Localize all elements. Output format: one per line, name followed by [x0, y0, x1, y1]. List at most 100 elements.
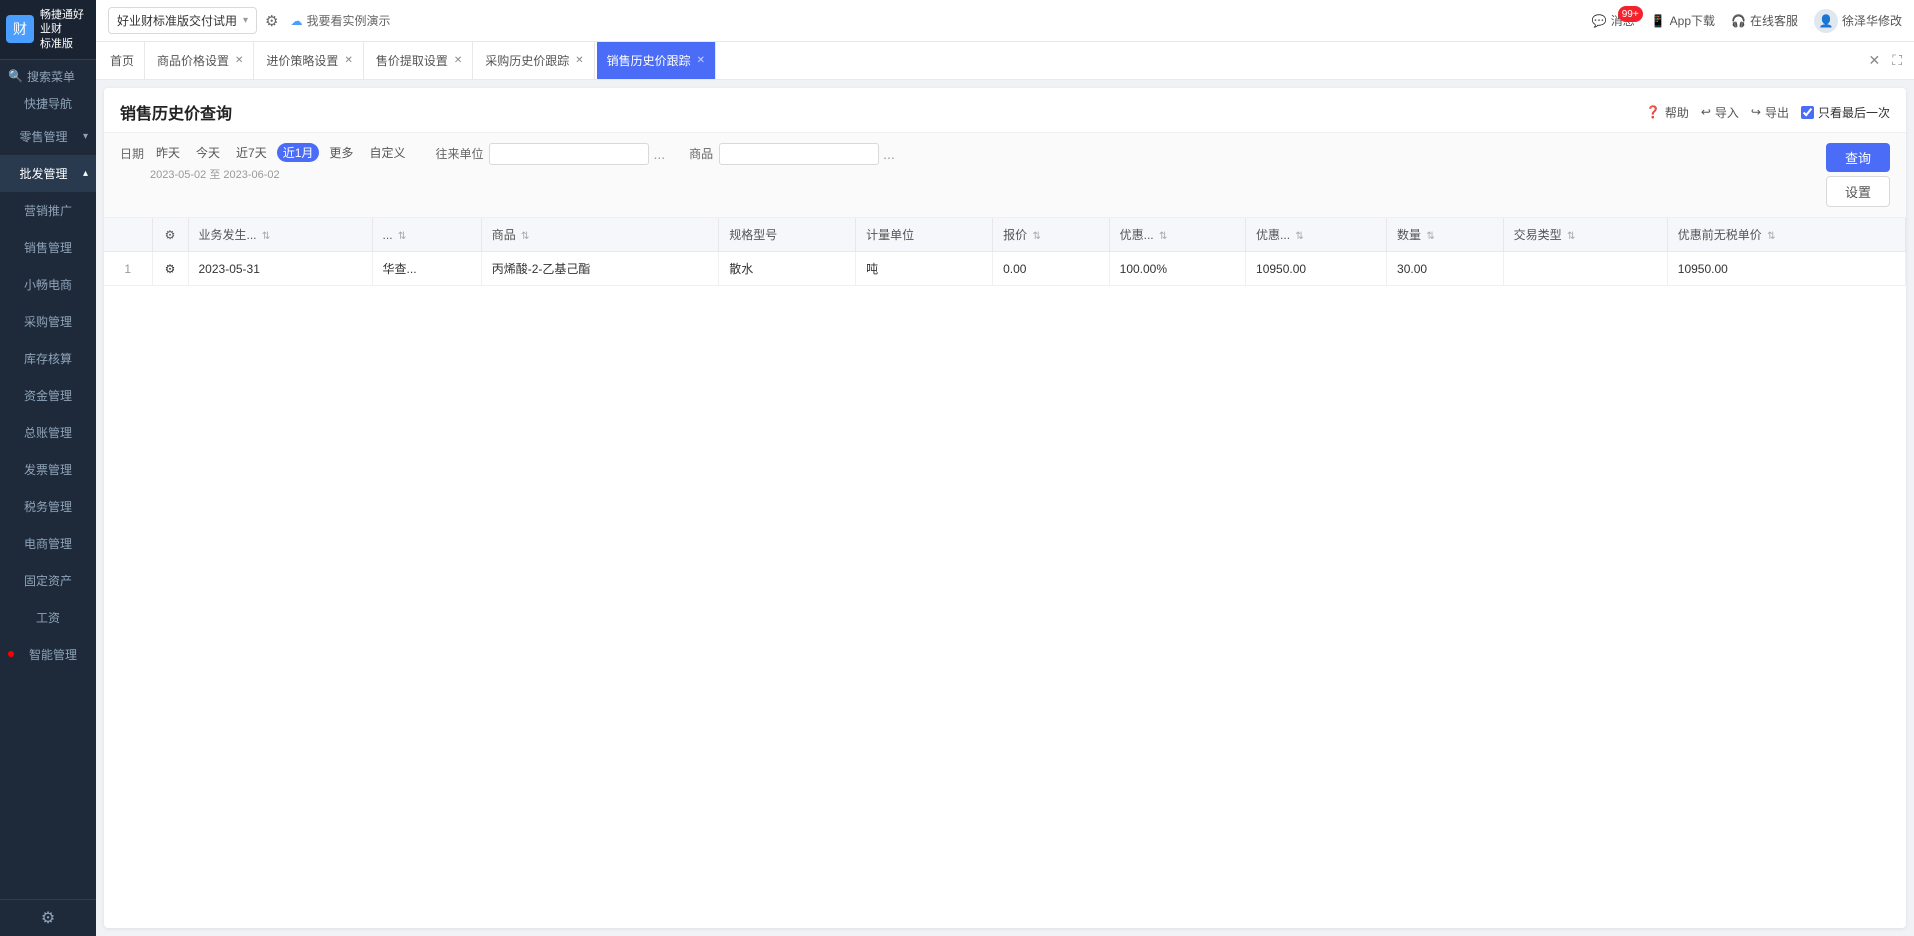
gear-header-icon[interactable]: ⚙	[165, 228, 176, 242]
tab-price-label: 商品价格设置	[157, 52, 229, 69]
online-service-button[interactable]: 🎧 在线客服	[1731, 12, 1798, 29]
topbar-gear-icon[interactable]: ⚙	[265, 12, 278, 30]
chevron-down-icon: ▾	[83, 131, 88, 142]
sidebar-item-sales[interactable]: 销售管理	[0, 229, 96, 266]
topbar-actions: 💬 消息 99+ 📱 App下载 🎧 在线客服 👤 徐泽华修改	[1592, 9, 1902, 33]
col-no	[104, 218, 152, 252]
close-window-button[interactable]: ✕	[1864, 50, 1884, 71]
app-download-button[interactable]: 📱 App下载	[1651, 12, 1715, 29]
version-selector-label: 好业财标准版交付试用	[117, 12, 237, 29]
settings-button[interactable]: 设置	[1826, 176, 1890, 207]
import-button[interactable]: ↩ 导入	[1701, 104, 1739, 121]
tab-price-close[interactable]: ✕	[235, 55, 243, 66]
tab-sale-history-close[interactable]: ✕	[697, 55, 705, 66]
online-service-label: 在线客服	[1750, 12, 1798, 29]
tab-sale-extract-close[interactable]: ✕	[454, 55, 462, 66]
tab-sale-history[interactable]: 销售历史价跟踪 ✕	[597, 42, 716, 79]
sidebar-item-tax[interactable]: 税务管理	[0, 488, 96, 525]
sidebar-item-ecom[interactable]: 电商管理	[0, 525, 96, 562]
main-area: 好业财标准版交付试用 ▾ ⚙ ☁ 我要看实例演示 💬 消息 99+ 📱 App下…	[96, 0, 1914, 936]
col-spec: 规格型号	[719, 218, 856, 252]
sidebar-item-ecom-small[interactable]: 小畅电商	[0, 266, 96, 303]
sidebar-search[interactable]: 🔍 搜索菜单	[0, 60, 96, 89]
supplier-input[interactable]	[489, 143, 649, 165]
filter-supplier-group: 往来单位 ...	[435, 143, 665, 165]
demo-button[interactable]: ☁ 我要看实例演示	[291, 12, 391, 29]
table-row: 1⚙2023-05-31华查...丙烯酸-2-乙基己酯散水吨0.00100.00…	[104, 252, 1906, 286]
logo-icon: 财	[6, 15, 34, 43]
sidebar-item-payroll[interactable]: 工资	[0, 599, 96, 636]
col-discount2[interactable]: 优惠... ⇅	[1246, 218, 1387, 252]
date-btn-last7[interactable]: 近7天	[230, 143, 273, 162]
sidebar-item-assets[interactable]: 固定资产	[0, 562, 96, 599]
demo-label: 我要看实例演示	[307, 12, 391, 29]
help-button[interactable]: ❓ 帮助	[1646, 104, 1689, 121]
supplier-dots[interactable]: ...	[653, 146, 665, 162]
sidebar-item-inventory[interactable]: 库存核算	[0, 340, 96, 377]
window-controls: ✕ ⛶	[1864, 50, 1910, 71]
date-buttons: 昨天 今天 近7天 近1月 更多 自定义	[150, 143, 411, 162]
cell-gear[interactable]: ⚙	[152, 252, 188, 286]
chevron-down-icon: ▾	[243, 15, 248, 26]
only-last-checkbox[interactable]: 只看最后一次	[1801, 104, 1890, 121]
only-last-input[interactable]	[1801, 106, 1814, 119]
version-selector[interactable]: 好业财标准版交付试用 ▾	[108, 7, 257, 34]
sidebar-item-purchase[interactable]: 采购管理	[0, 303, 96, 340]
sidebar-item-invoice[interactable]: 发票管理	[0, 451, 96, 488]
product-filter-label: 商品	[689, 143, 713, 162]
help-icon: ❓	[1646, 105, 1661, 119]
date-btn-custom[interactable]: 自定义	[363, 143, 411, 162]
date-btn-last1m[interactable]: 近1月	[277, 143, 320, 162]
tab-purchase-history[interactable]: 采购历史价跟踪 ✕	[475, 42, 594, 79]
filter-bar: 日期 昨天 今天 近7天 近1月 更多 自定义 2023-05-02 至 202…	[104, 133, 1906, 218]
tab-sale-extract[interactable]: 售价提取设置 ✕	[366, 42, 473, 79]
user-name: 徐泽华修改	[1842, 12, 1902, 29]
sidebar-item-ai-dot	[8, 651, 14, 657]
sidebar-item-tax-label: 税务管理	[8, 498, 88, 515]
sidebar-item-funds[interactable]: 资金管理	[0, 377, 96, 414]
col-price[interactable]: 报价 ⇅	[993, 218, 1110, 252]
table-area: ⚙ 业务发生... ⇅ ... ⇅ 商品 ⇅ 规格型号 计量单位 报价 ⇅ 优惠…	[104, 218, 1906, 928]
sidebar: 财 畅捷通好业财 标准版 🔍 搜索菜单 快捷导航 零售管理 ▾ 批发管理 ▴ 营…	[0, 0, 96, 936]
message-button[interactable]: 💬 消息 99+	[1592, 12, 1635, 29]
maximize-window-button[interactable]: ⛶	[1888, 50, 1906, 71]
sidebar-item-ai-label: 智能管理	[18, 646, 88, 663]
sidebar-item-retail-label: 零售管理	[8, 128, 79, 145]
col-product[interactable]: 商品 ⇅	[481, 218, 718, 252]
export-button[interactable]: ↪ 导出	[1751, 104, 1789, 121]
tab-purchase-strategy[interactable]: 进价策略设置 ✕	[256, 42, 363, 79]
col-discount1[interactable]: 优惠... ⇅	[1109, 218, 1245, 252]
sidebar-quicknav[interactable]: 快捷导航	[0, 89, 96, 118]
tab-home[interactable]: 首页	[100, 42, 145, 79]
col-pretax[interactable]: 优惠前无税单价 ⇅	[1667, 218, 1905, 252]
sidebar-item-retail[interactable]: 零售管理 ▾	[0, 118, 96, 155]
query-button[interactable]: 查询	[1826, 143, 1890, 172]
tab-purchase-strategy-close[interactable]: ✕	[344, 55, 352, 66]
sidebar-item-inventory-label: 库存核算	[8, 350, 88, 367]
message-badge: 99+	[1618, 6, 1643, 22]
date-btn-yesterday[interactable]: 昨天	[150, 143, 186, 162]
settings-icon[interactable]: ⚙	[41, 908, 55, 928]
date-btn-more[interactable]: 更多	[323, 143, 359, 162]
sidebar-item-ai[interactable]: 智能管理	[0, 636, 96, 673]
sidebar-item-wholesale[interactable]: 批发管理 ▴	[0, 155, 96, 192]
product-dots[interactable]: ...	[883, 146, 895, 162]
col-date[interactable]: 业务发生... ⇅	[188, 218, 372, 252]
col-extra[interactable]: ... ⇅	[372, 218, 481, 252]
sidebar-item-accounts[interactable]: 总账管理	[0, 414, 96, 451]
col-qty[interactable]: 数量 ⇅	[1387, 218, 1504, 252]
tab-sale-history-label: 销售历史价跟踪	[607, 52, 691, 69]
tab-purchase-history-close[interactable]: ✕	[575, 55, 583, 66]
sidebar-item-marketing[interactable]: 营销推广	[0, 192, 96, 229]
col-txtype[interactable]: 交易类型 ⇅	[1503, 218, 1667, 252]
user-menu[interactable]: 👤 徐泽华修改	[1814, 9, 1902, 33]
sidebar-item-assets-label: 固定资产	[8, 572, 88, 589]
tab-price[interactable]: 商品价格设置 ✕	[147, 42, 254, 79]
sort-icon-product: ⇅	[521, 231, 529, 242]
sidebar-item-wholesale-label: 批发管理	[8, 165, 79, 182]
sort-icon-d1: ⇅	[1159, 231, 1167, 242]
sidebar-search-label: 搜索菜单	[27, 68, 75, 85]
product-input[interactable]	[719, 143, 879, 165]
sidebar-bottom: ⚙	[0, 899, 96, 936]
date-btn-today[interactable]: 今天	[190, 143, 226, 162]
